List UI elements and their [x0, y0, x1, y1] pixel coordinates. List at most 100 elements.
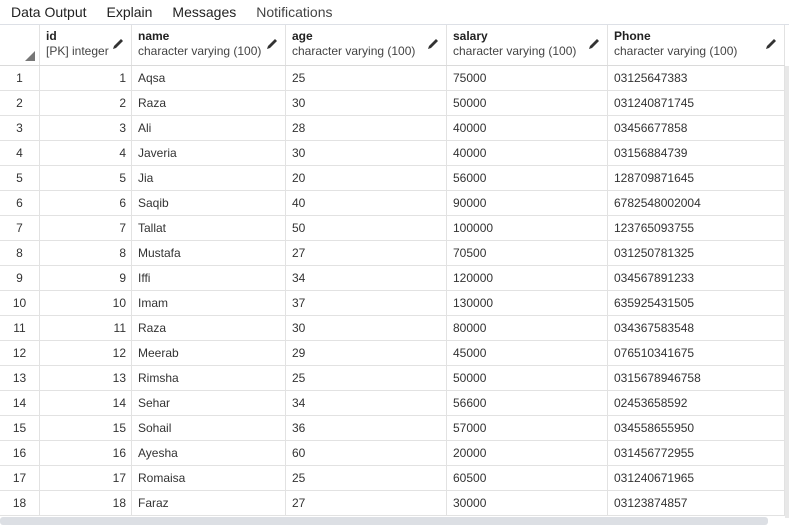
vertical-scrollbar[interactable] — [785, 66, 789, 518]
cell-phone[interactable]: 03125647383 — [608, 66, 785, 90]
cell-phone[interactable]: 6782548002004 — [608, 191, 785, 215]
cell-name[interactable]: Sehar — [132, 391, 286, 415]
table-row[interactable]: 14 14 Sehar 34 56600 02453658592 — [0, 391, 785, 416]
cell-name[interactable]: Rimsha — [132, 366, 286, 390]
table-row[interactable]: 10 10 Imam 37 130000 635925431505 — [0, 291, 785, 316]
cell-id[interactable]: 1 — [40, 66, 132, 90]
table-row[interactable]: 4 4 Javeria 30 40000 03156884739 — [0, 141, 785, 166]
column-header-salary[interactable]: salary character varying (100) — [447, 25, 608, 65]
cell-id[interactable]: 18 — [40, 491, 132, 515]
edit-pencil-icon[interactable] — [587, 37, 601, 51]
table-row[interactable]: 9 9 Iffi 34 120000 034567891233 — [0, 266, 785, 291]
cell-id[interactable]: 11 — [40, 316, 132, 340]
table-row[interactable]: 13 13 Rimsha 25 50000 0315678946758 — [0, 366, 785, 391]
table-row[interactable]: 5 5 Jia 20 56000 128709871645 — [0, 166, 785, 191]
cell-name[interactable]: Aqsa — [132, 66, 286, 90]
cell-name[interactable]: Ayesha — [132, 441, 286, 465]
cell-salary[interactable]: 40000 — [447, 116, 608, 140]
column-header-id[interactable]: id [PK] integer — [40, 25, 132, 65]
cell-id[interactable]: 5 — [40, 166, 132, 190]
cell-salary[interactable]: 60500 — [447, 466, 608, 490]
cell-phone[interactable]: 02453658592 — [608, 391, 785, 415]
row-number[interactable]: 1 — [0, 66, 40, 90]
cell-age[interactable]: 34 — [286, 391, 447, 415]
cell-name[interactable]: Ali — [132, 116, 286, 140]
cell-age[interactable]: 25 — [286, 466, 447, 490]
cell-name[interactable]: Javeria — [132, 141, 286, 165]
edit-pencil-icon[interactable] — [426, 37, 440, 51]
cell-phone[interactable]: 03456677858 — [608, 116, 785, 140]
cell-phone[interactable]: 031240671965 — [608, 466, 785, 490]
cell-salary[interactable]: 130000 — [447, 291, 608, 315]
cell-salary[interactable]: 40000 — [447, 141, 608, 165]
row-number[interactable]: 9 — [0, 266, 40, 290]
cell-age[interactable]: 30 — [286, 91, 447, 115]
cell-name[interactable]: Sohail — [132, 416, 286, 440]
cell-age[interactable]: 20 — [286, 166, 447, 190]
cell-name[interactable]: Raza — [132, 91, 286, 115]
cell-id[interactable]: 2 — [40, 91, 132, 115]
cell-salary[interactable]: 57000 — [447, 416, 608, 440]
cell-id[interactable]: 6 — [40, 191, 132, 215]
table-row[interactable]: 3 3 Ali 28 40000 03456677858 — [0, 116, 785, 141]
cell-salary[interactable]: 70500 — [447, 241, 608, 265]
row-number[interactable]: 2 — [0, 91, 40, 115]
tab-data-output[interactable]: Data Output — [11, 4, 87, 20]
row-number[interactable]: 13 — [0, 366, 40, 390]
select-all-corner[interactable] — [0, 25, 40, 65]
cell-age[interactable]: 60 — [286, 441, 447, 465]
cell-phone[interactable]: 034367583548 — [608, 316, 785, 340]
cell-age[interactable]: 25 — [286, 366, 447, 390]
table-row[interactable]: 8 8 Mustafa 27 70500 031250781325 — [0, 241, 785, 266]
tab-explain[interactable]: Explain — [107, 4, 153, 20]
cell-salary[interactable]: 30000 — [447, 491, 608, 515]
cell-salary[interactable]: 50000 — [447, 91, 608, 115]
column-header-name[interactable]: name character varying (100) — [132, 25, 286, 65]
table-row[interactable]: 11 11 Raza 30 80000 034367583548 — [0, 316, 785, 341]
cell-name[interactable]: Jia — [132, 166, 286, 190]
table-row[interactable]: 2 2 Raza 30 50000 031240871745 — [0, 91, 785, 116]
cell-age[interactable]: 29 — [286, 341, 447, 365]
cell-name[interactable]: Mustafa — [132, 241, 286, 265]
table-row[interactable]: 15 15 Sohail 36 57000 034558655950 — [0, 416, 785, 441]
cell-phone[interactable]: 031240871745 — [608, 91, 785, 115]
cell-salary[interactable]: 75000 — [447, 66, 608, 90]
cell-age[interactable]: 30 — [286, 316, 447, 340]
table-row[interactable]: 12 12 Meerab 29 45000 076510341675 — [0, 341, 785, 366]
cell-phone[interactable]: 031250781325 — [608, 241, 785, 265]
cell-id[interactable]: 16 — [40, 441, 132, 465]
cell-id[interactable]: 8 — [40, 241, 132, 265]
cell-id[interactable]: 12 — [40, 341, 132, 365]
tab-messages[interactable]: Messages — [172, 4, 236, 20]
cell-id[interactable]: 13 — [40, 366, 132, 390]
column-header-age[interactable]: age character varying (100) — [286, 25, 447, 65]
cell-phone[interactable]: 034558655950 — [608, 416, 785, 440]
cell-age[interactable]: 27 — [286, 491, 447, 515]
cell-phone[interactable]: 123765093755 — [608, 216, 785, 240]
row-number[interactable]: 4 — [0, 141, 40, 165]
edit-pencil-icon[interactable] — [265, 37, 279, 51]
cell-age[interactable]: 36 — [286, 416, 447, 440]
row-number[interactable]: 17 — [0, 466, 40, 490]
cell-phone[interactable]: 03123874857 — [608, 491, 785, 515]
cell-name[interactable]: Faraz — [132, 491, 286, 515]
cell-phone[interactable]: 031456772955 — [608, 441, 785, 465]
cell-id[interactable]: 17 — [40, 466, 132, 490]
cell-phone[interactable]: 0315678946758 — [608, 366, 785, 390]
cell-phone[interactable]: 034567891233 — [608, 266, 785, 290]
row-number[interactable]: 18 — [0, 491, 40, 515]
cell-phone[interactable]: 076510341675 — [608, 341, 785, 365]
cell-age[interactable]: 25 — [286, 66, 447, 90]
cell-id[interactable]: 7 — [40, 216, 132, 240]
cell-salary[interactable]: 45000 — [447, 341, 608, 365]
table-row[interactable]: 7 7 Tallat 50 100000 123765093755 — [0, 216, 785, 241]
row-number[interactable]: 11 — [0, 316, 40, 340]
cell-id[interactable]: 14 — [40, 391, 132, 415]
cell-name[interactable]: Tallat — [132, 216, 286, 240]
cell-name[interactable]: Imam — [132, 291, 286, 315]
table-row[interactable]: 16 16 Ayesha 60 20000 031456772955 — [0, 441, 785, 466]
row-number[interactable]: 10 — [0, 291, 40, 315]
row-number[interactable]: 16 — [0, 441, 40, 465]
cell-id[interactable]: 4 — [40, 141, 132, 165]
cell-salary[interactable]: 120000 — [447, 266, 608, 290]
